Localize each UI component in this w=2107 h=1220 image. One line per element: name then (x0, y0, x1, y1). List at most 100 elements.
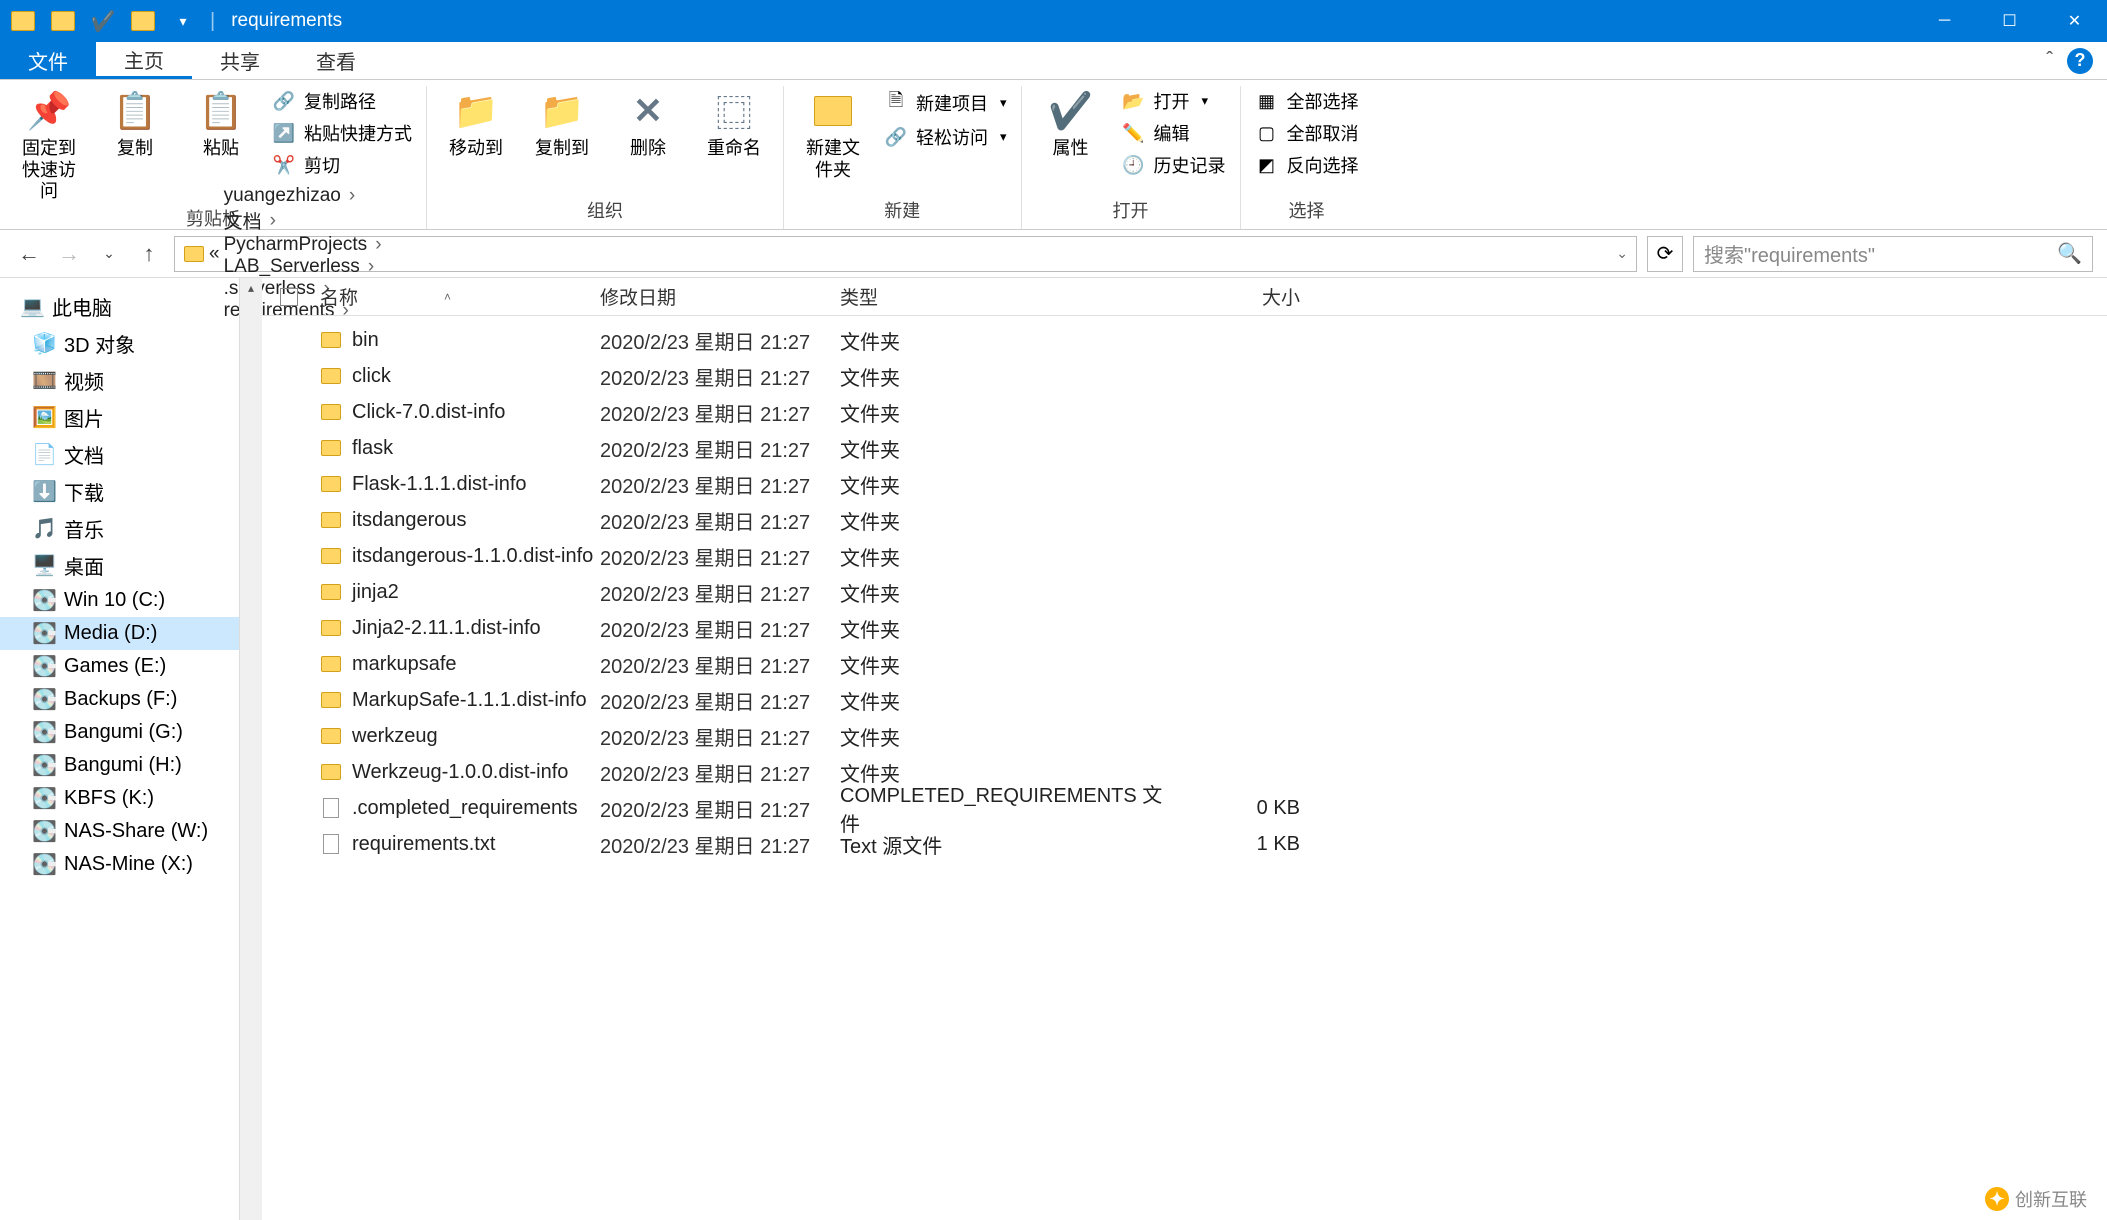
pin-quick-access-button[interactable]: 📌固定到快速访问 (14, 88, 84, 203)
file-name: Flask-1.1.1.dist-info (352, 473, 527, 496)
delete-button[interactable]: ✕删除 (613, 88, 683, 160)
rename-icon: ⿴ (711, 88, 757, 134)
up-button[interactable]: ↑ (134, 239, 164, 269)
collapse-ribbon-icon[interactable]: ˆ (2046, 49, 2053, 72)
easy-access-button[interactable]: 🔗轻松访问▾ (884, 124, 1007, 150)
properties-icon[interactable]: ✔️ (84, 2, 122, 40)
nav-item-3[interactable]: 📄文档 (0, 436, 239, 473)
folder-icon (321, 476, 341, 492)
file-row[interactable]: flask 2020/2/23 星期日 21:27 文件夹 (262, 430, 2107, 466)
file-row[interactable]: jinja2 2020/2/23 星期日 21:27 文件夹 (262, 574, 2107, 610)
select-all-checkbox[interactable] (280, 288, 298, 306)
nav-item-6[interactable]: 🖥️桌面 (0, 547, 239, 584)
file-date: 2020/2/23 星期日 21:27 (600, 398, 840, 427)
crumb-2[interactable]: PycharmProjects› (224, 234, 382, 256)
file-row[interactable]: Click-7.0.dist-info 2020/2/23 星期日 21:27 … (262, 394, 2107, 430)
open-button[interactable]: 📂打开▾ (1122, 88, 1226, 114)
nav-item-5[interactable]: 🎵音乐 (0, 510, 239, 547)
file-name: MarkupSafe-1.1.1.dist-info (352, 689, 587, 712)
title-divider: | (202, 10, 223, 33)
new-item-button[interactable]: 🗎新建项目▾ (884, 88, 1007, 118)
tab-view[interactable]: 查看 (288, 42, 384, 79)
file-row[interactable]: click 2020/2/23 星期日 21:27 文件夹 (262, 358, 2107, 394)
recent-dropdown[interactable]: ⌄ (94, 239, 124, 269)
search-input[interactable]: 搜索"requirements" 🔍 (1693, 236, 2093, 272)
select-all-button[interactable]: ▦全部选择 (1255, 88, 1359, 114)
file-row[interactable]: itsdangerous-1.1.0.dist-info 2020/2/23 星… (262, 538, 2107, 574)
file-row[interactable]: markupsafe 2020/2/23 星期日 21:27 文件夹 (262, 646, 2107, 682)
select-none-button[interactable]: ▢全部取消 (1255, 120, 1359, 146)
column-size[interactable]: 大小 (1180, 283, 1300, 310)
folder-icon (321, 656, 341, 672)
file-name: Werkzeug-1.0.0.dist-info (352, 761, 568, 784)
nav-item-12[interactable]: 💽Bangumi (H:) (0, 749, 239, 782)
file-row[interactable]: bin 2020/2/23 星期日 21:27 文件夹 (262, 322, 2107, 358)
nav-item-10[interactable]: 💽Backups (F:) (0, 683, 239, 716)
file-row[interactable]: itsdangerous 2020/2/23 星期日 21:27 文件夹 (262, 502, 2107, 538)
file-row[interactable]: Werkzeug-1.0.0.dist-info 2020/2/23 星期日 2… (262, 754, 2107, 790)
column-date[interactable]: 修改日期 (600, 283, 840, 310)
maximize-button[interactable]: ☐ (1977, 0, 2042, 42)
cut-button[interactable]: ✂️剪切 (272, 152, 412, 178)
file-row[interactable]: Jinja2-2.11.1.dist-info 2020/2/23 星期日 21… (262, 610, 2107, 646)
address-bar[interactable]: « yuangezhizao›文档›PycharmProjects›LAB_Se… (174, 236, 1637, 272)
nav-item-7[interactable]: 💽Win 10 (C:) (0, 584, 239, 617)
group-open: ✔️属性 📂打开▾ ✏️编辑 🕘历史记录 打开 (1022, 86, 1241, 229)
tab-home[interactable]: 主页 (96, 42, 192, 79)
column-type[interactable]: 类型 (840, 283, 1180, 310)
file-type: 文件夹 (840, 614, 1180, 643)
address-dropdown-icon[interactable]: ⌄ (1616, 245, 1628, 262)
history-button[interactable]: 🕘历史记录 (1122, 152, 1226, 178)
ribbon-tabs: 文件 主页 共享 查看 ˆ ? (0, 42, 2107, 80)
column-name[interactable]: 名称˄ (320, 283, 600, 310)
nav-item-15[interactable]: 💽NAS-Mine (X:) (0, 848, 239, 881)
file-row[interactable]: werkzeug 2020/2/23 星期日 21:27 文件夹 (262, 718, 2107, 754)
folder-up-icon[interactable] (44, 2, 82, 40)
nav-item-1[interactable]: 🎞️视频 (0, 362, 239, 399)
qat-dropdown-icon[interactable]: ▾ (164, 2, 202, 40)
crumb-3[interactable]: LAB_Serverless› (224, 256, 382, 278)
file-type: 文件夹 (840, 686, 1180, 715)
nav-scrollbar[interactable]: ▴ (240, 278, 262, 1220)
file-type: 文件夹 (840, 506, 1180, 535)
paste-shortcut-button[interactable]: ↗️粘贴快捷方式 (272, 120, 412, 146)
copy-path-button[interactable]: 🔗复制路径 (272, 88, 412, 114)
paste-button[interactable]: 📋粘贴 (186, 88, 256, 160)
file-row[interactable]: requirements.txt 2020/2/23 星期日 21:27 Tex… (262, 826, 2107, 862)
close-button[interactable]: ✕ (2042, 0, 2107, 42)
tab-share[interactable]: 共享 (192, 42, 288, 79)
nav-this-pc[interactable]: 💻此电脑 (0, 288, 239, 325)
file-row[interactable]: Flask-1.1.1.dist-info 2020/2/23 星期日 21:2… (262, 466, 2107, 502)
help-icon[interactable]: ? (2067, 48, 2093, 74)
file-row[interactable]: .completed_requirements 2020/2/23 星期日 21… (262, 790, 2107, 826)
properties-button[interactable]: ✔️属性 (1036, 88, 1106, 160)
nav-item-9[interactable]: 💽Games (E:) (0, 650, 239, 683)
crumb-0[interactable]: yuangezhizao› (224, 185, 382, 207)
nav-item-13[interactable]: 💽KBFS (K:) (0, 782, 239, 815)
new-folder-button[interactable]: 新建文件夹 (798, 88, 868, 181)
edit-button[interactable]: ✏️编辑 (1122, 120, 1226, 146)
copy-button[interactable]: 📋复制 (100, 88, 170, 160)
tab-file[interactable]: 文件 (0, 42, 96, 79)
rename-button[interactable]: ⿴重命名 (699, 88, 769, 160)
nav-item-4[interactable]: ⬇️下载 (0, 473, 239, 510)
file-date: 2020/2/23 星期日 21:27 (600, 830, 840, 859)
invert-selection-button[interactable]: ◩反向选择 (1255, 152, 1359, 178)
copy-to-button[interactable]: 📁复制到 (527, 88, 597, 160)
crumb-1[interactable]: 文档› (224, 207, 382, 234)
refresh-button[interactable]: ⟳ (1647, 236, 1683, 272)
move-to-button[interactable]: 📁移动到 (441, 88, 511, 160)
minimize-button[interactable]: ─ (1912, 0, 1977, 42)
forward-button[interactable]: → (54, 239, 84, 269)
nav-item-11[interactable]: 💽Bangumi (G:) (0, 716, 239, 749)
nav-item-8[interactable]: 💽Media (D:) (0, 617, 239, 650)
scroll-up-icon[interactable]: ▴ (240, 278, 262, 298)
back-button[interactable]: ← (14, 239, 44, 269)
new-folder-icon[interactable] (124, 2, 162, 40)
move-icon: 📁 (453, 88, 499, 134)
file-date: 2020/2/23 星期日 21:27 (600, 470, 840, 499)
nav-item-2[interactable]: 🖼️图片 (0, 399, 239, 436)
nav-item-14[interactable]: 💽NAS-Share (W:) (0, 815, 239, 848)
nav-item-0[interactable]: 🧊3D 对象 (0, 325, 239, 362)
file-row[interactable]: MarkupSafe-1.1.1.dist-info 2020/2/23 星期日… (262, 682, 2107, 718)
